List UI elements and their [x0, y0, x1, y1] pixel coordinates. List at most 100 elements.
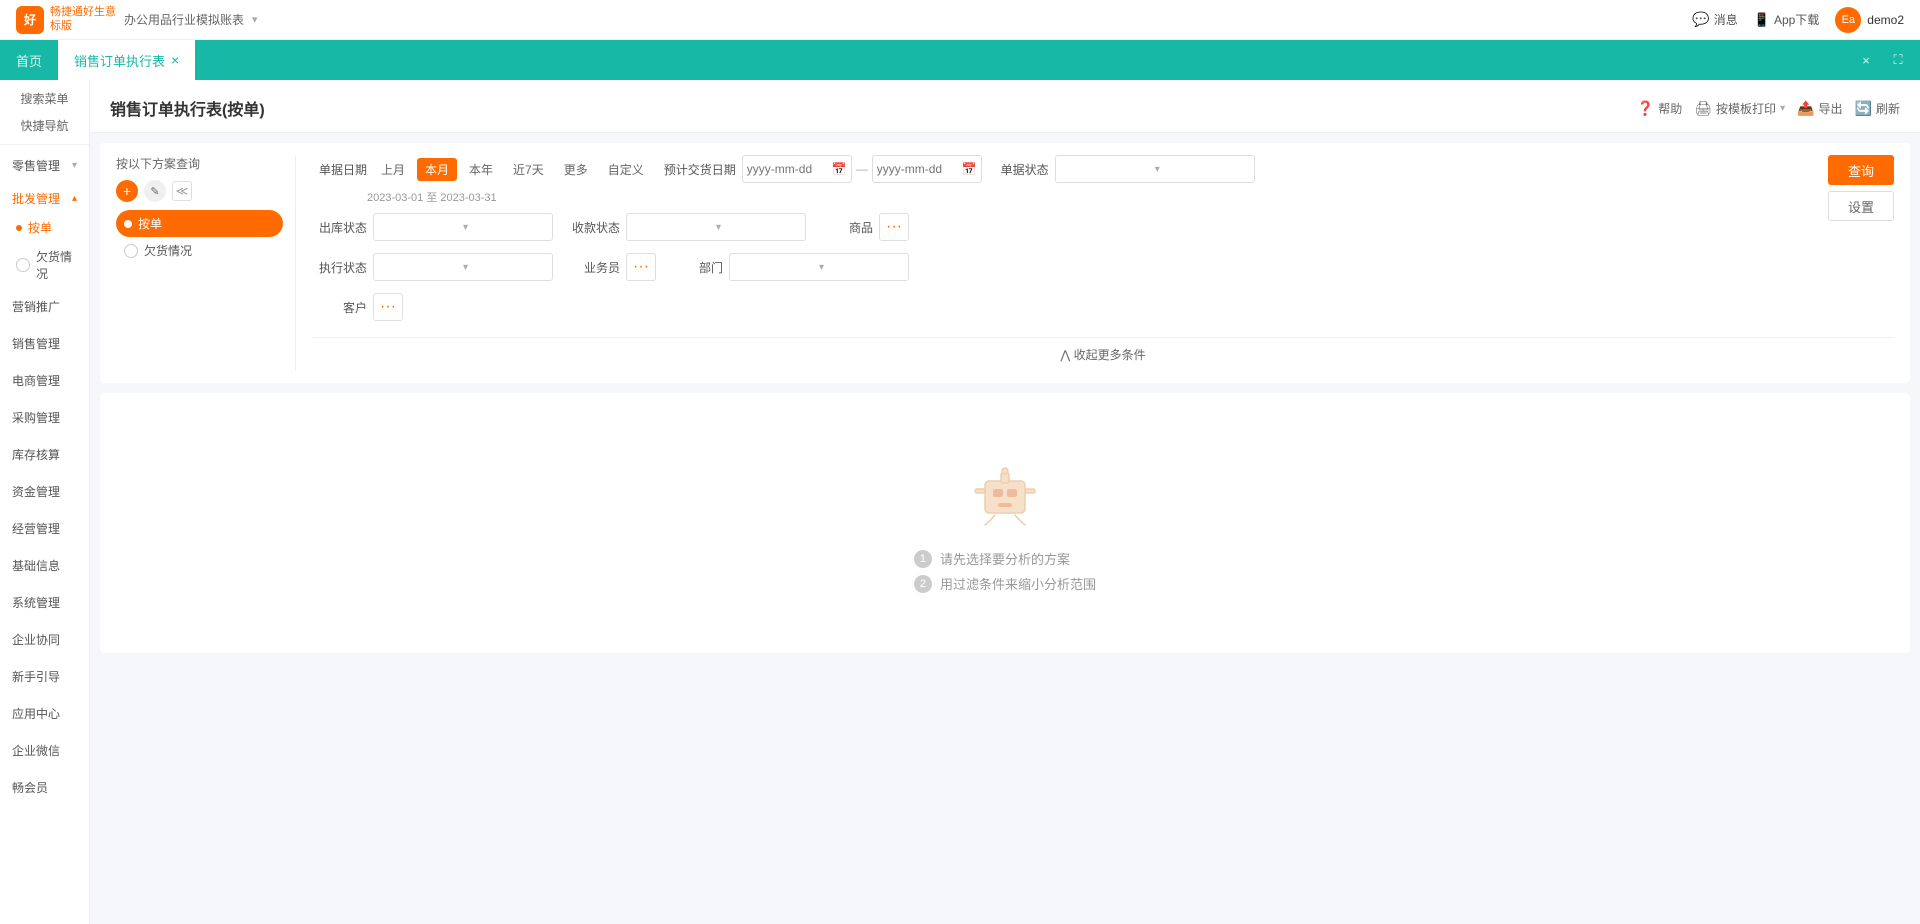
avatar: Ea [1835, 7, 1861, 33]
print-button[interactable]: 🖨 按模板打印 ▾ [1694, 100, 1785, 117]
sidebar-item-newuser[interactable]: 新手引导 [0, 658, 89, 695]
sidebar-item-purchase[interactable]: 采购管理 [0, 399, 89, 436]
filter-field-collect-status: 收款状态 ▾ [565, 213, 806, 241]
date-tab-this-year[interactable]: 本年 [461, 158, 501, 181]
user-menu[interactable]: Ea demo2 [1835, 7, 1904, 33]
filter-scheme-panel: 按以下方案查询 + ✎ ≪ 按单 欠货情况 [116, 155, 296, 371]
tab-close-icon[interactable]: × [171, 52, 179, 68]
filter-field-goods: 商品 ··· [818, 213, 909, 241]
hint-num-1: 1 [914, 550, 932, 568]
tab-minimize-button[interactable]: × [1852, 46, 1880, 74]
sidebar-item-retail[interactable]: 零售管理 ▾ [0, 147, 89, 184]
tab-maximize-button[interactable]: ⛶ [1884, 46, 1912, 74]
scheme-item-backorder[interactable]: 欠货情况 [116, 237, 283, 264]
refresh-button[interactable]: 🔄 刷新 [1855, 100, 1900, 117]
export-icon: 📤 [1797, 100, 1814, 117]
sidebar-item-marketing[interactable]: 营销推广 [0, 288, 89, 325]
scheme-item-by-order[interactable]: 按单 [116, 210, 283, 237]
sidebar-quick-nav[interactable]: 快捷导航 [0, 113, 89, 142]
page-title: 销售订单执行表(按单) [110, 96, 265, 120]
customer-picker[interactable]: ··· [373, 293, 403, 321]
doc-date-label: 单据日期 [312, 161, 367, 178]
message-button[interactable]: 💬 消息 [1692, 11, 1737, 28]
edit-scheme-button[interactable]: ✎ [144, 180, 166, 202]
user-name: demo2 [1867, 13, 1904, 27]
sidebar-item-finance[interactable]: 资金管理 [0, 473, 89, 510]
date-tab-last-month[interactable]: 上月 [373, 158, 413, 181]
settings-button[interactable]: 设置 [1828, 191, 1894, 221]
tab-bar-actions: × ⛶ [1852, 46, 1920, 74]
date-tab-more[interactable]: 更多 [556, 158, 596, 181]
sidebar-item-enterprise[interactable]: 企业协同 [0, 621, 89, 658]
tab-sales-order[interactable]: 销售订单执行表 × [58, 40, 195, 80]
sidebar-sub-backorder[interactable]: 欠货情况 [0, 242, 89, 288]
help-icon: ❓ [1637, 100, 1654, 117]
filter-row-date: 单据日期 上月 本月 本年 近7天 更多 自定义 [312, 155, 1804, 183]
tab-home[interactable]: 首页 [0, 40, 58, 80]
refresh-icon: 🔄 [1855, 100, 1872, 117]
app-title-arrow[interactable]: ▾ [252, 13, 258, 26]
sidebar-search[interactable]: 搜索菜单 [0, 80, 89, 113]
collapse-scheme-button[interactable]: ≪ [172, 181, 192, 201]
filter-field-dept: 部门 ▾ [668, 253, 909, 281]
sidebar-item-appcenter[interactable]: 应用中心 [0, 695, 89, 732]
download-icon: 📱 [1754, 12, 1770, 28]
date-separator: — [856, 162, 868, 176]
chevron-down-icon: ▾ [463, 222, 546, 233]
out-status-select[interactable]: ▾ [373, 213, 553, 241]
help-button[interactable]: ❓ 帮助 [1637, 100, 1682, 117]
sidebar-item-system[interactable]: 系统管理 [0, 584, 89, 621]
filter-row-3: 执行状态 ▾ 业务员 ··· [312, 253, 1804, 281]
empty-hint-item-2: 2 用过滤条件来缩小分析范围 [914, 574, 1096, 593]
collapse-filters-button[interactable]: ⋀ 收起更多条件 [312, 337, 1894, 371]
doc-status-label: 单据状态 [994, 161, 1049, 178]
filter-body: 按以下方案查询 + ✎ ≪ 按单 欠货情况 [116, 155, 1894, 371]
collect-status-label: 收款状态 [565, 219, 620, 236]
date-start-input[interactable] [747, 162, 832, 176]
date-end-input[interactable] [877, 162, 962, 176]
sidebar-sub-by-order[interactable]: 按单 [0, 213, 89, 242]
exec-status-label: 执行状态 [312, 259, 367, 276]
date-tab-7days[interactable]: 近7天 [505, 158, 552, 181]
salesman-picker[interactable]: ··· [626, 253, 656, 281]
top-bar-left: 好 畅捷通好生意 标版 办公用品行业模拟账表 ▾ [16, 6, 258, 34]
goods-label: 商品 [818, 219, 873, 236]
filter-field-salesman: 业务员 ··· [565, 253, 656, 281]
sidebar-section-wholesale[interactable]: 批发管理 ▴ [0, 184, 89, 213]
expected-date-label: 预计交货日期 [664, 161, 736, 178]
filter-fields: 单据日期 上月 本月 本年 近7天 更多 自定义 [296, 155, 1894, 371]
salesman-label: 业务员 [565, 259, 620, 276]
sidebar-item-member[interactable]: 畅会员 [0, 769, 89, 806]
goods-picker[interactable]: ··· [879, 213, 909, 241]
empty-state-icon [965, 453, 1045, 533]
action-buttons: 查询 设置 [1828, 155, 1894, 221]
filter-scheme-actions: + ✎ ≪ [116, 180, 283, 202]
collect-status-select[interactable]: ▾ [626, 213, 806, 241]
sidebar-item-sales[interactable]: 销售管理 [0, 325, 89, 362]
logo-icon: 好 [16, 6, 44, 34]
app-download-button[interactable]: 📱 App下载 [1754, 11, 1820, 28]
date-tab-this-month[interactable]: 本月 [417, 158, 457, 181]
sidebar-item-operations[interactable]: 经营管理 [0, 510, 89, 547]
date-range-picker: 📅 — 📅 [742, 155, 982, 183]
print-arrow-icon: ▾ [1780, 103, 1785, 114]
sidebar-item-basic-info[interactable]: 基础信息 [0, 547, 89, 584]
date-range-display: 2023-03-01 至 2023-03-31 [312, 189, 1804, 205]
filter-scheme-title: 按以下方案查询 [116, 155, 283, 172]
calendar-start-icon: 📅 [832, 162, 847, 176]
sidebar-item-ecommerce[interactable]: 电商管理 [0, 362, 89, 399]
sidebar-item-wechat[interactable]: 企业微信 [0, 732, 89, 769]
search-button[interactable]: 查询 [1828, 155, 1894, 185]
export-button[interactable]: 📤 导出 [1797, 100, 1842, 117]
exec-status-select[interactable]: ▾ [373, 253, 553, 281]
sidebar: 搜索菜单 快捷导航 零售管理 ▾ 批发管理 ▴ 按单 欠货情况 营销推广 销售管… [0, 80, 90, 924]
sidebar-item-inventory[interactable]: 库存核算 [0, 436, 89, 473]
filter-field-doc-date: 单据日期 上月 本月 本年 近7天 更多 自定义 [312, 158, 652, 181]
add-scheme-button[interactable]: + [116, 180, 138, 202]
logo-area: 好 畅捷通好生意 标版 [16, 6, 116, 34]
date-tab-custom[interactable]: 自定义 [600, 158, 652, 181]
doc-status-select[interactable]: ▾ [1055, 155, 1255, 183]
filter-field-customer: 客户 ··· [312, 293, 403, 321]
calendar-end-icon: 📅 [962, 162, 977, 176]
dept-select[interactable]: ▾ [729, 253, 909, 281]
